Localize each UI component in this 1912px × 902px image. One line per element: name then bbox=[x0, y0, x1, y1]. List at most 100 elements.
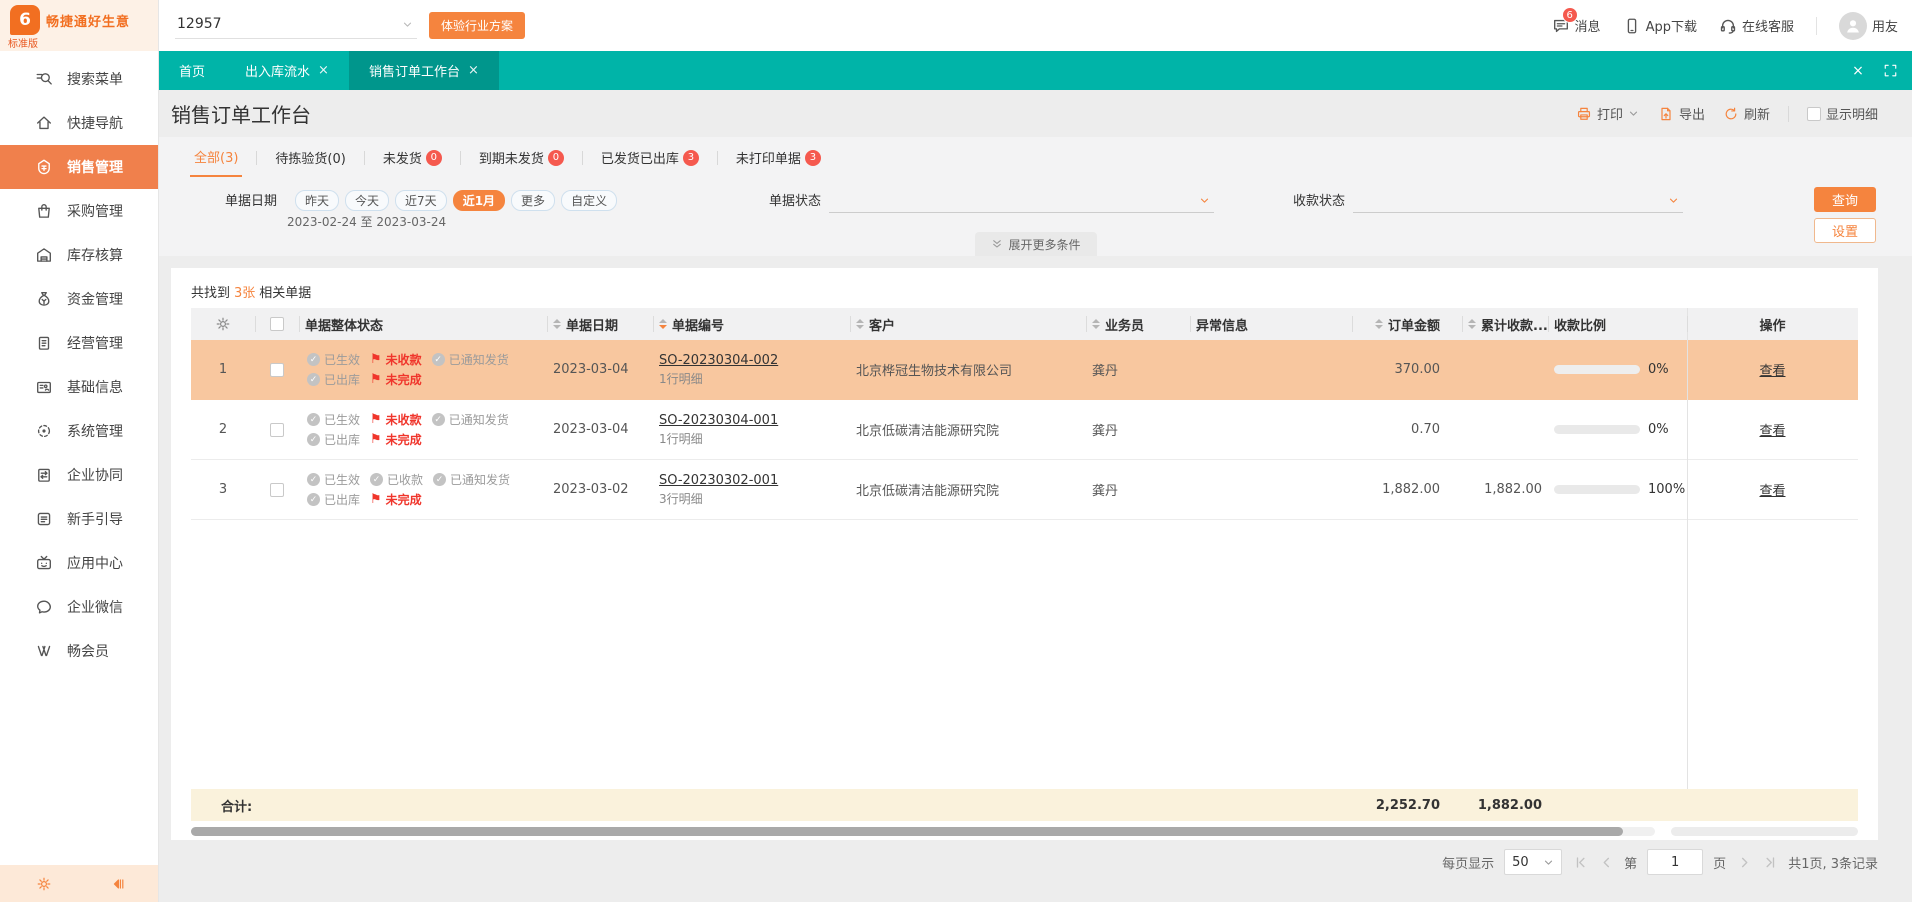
print-button[interactable]: 打印 bbox=[1576, 104, 1640, 123]
header-salesperson[interactable]: 业务员 bbox=[1086, 308, 1190, 340]
action-cell: 查看 bbox=[1687, 400, 1858, 459]
page-number-input[interactable] bbox=[1647, 849, 1704, 875]
filter-tab-unshipped[interactable]: 未发货 0 bbox=[379, 148, 446, 176]
ratio-cell: 0% bbox=[1548, 400, 1687, 459]
chevron-down-icon bbox=[401, 18, 413, 30]
sort-icon[interactable] bbox=[1092, 319, 1100, 329]
header-number[interactable]: 单据编号 bbox=[653, 308, 850, 340]
online-service-button[interactable]: 在线客服 bbox=[1719, 16, 1794, 35]
pill-yesterday[interactable]: 昨天 bbox=[295, 190, 340, 211]
sort-icon[interactable] bbox=[553, 319, 561, 329]
header-date[interactable]: 单据日期 bbox=[547, 308, 653, 340]
tab-sales-order-workbench[interactable]: 销售订单工作台 × bbox=[348, 51, 499, 90]
doc-status-select[interactable] bbox=[829, 189, 1215, 213]
row-checkbox[interactable] bbox=[270, 422, 284, 437]
scrollbar-thumb[interactable] bbox=[191, 827, 1623, 836]
sort-icon[interactable] bbox=[659, 319, 667, 329]
filter-tab-all[interactable]: 全部(3) bbox=[190, 147, 243, 177]
sidebar-item-search-menu[interactable]: 搜索菜单 bbox=[0, 57, 158, 101]
sidebar-item-wechat[interactable]: 企业微信 bbox=[0, 585, 158, 629]
show-detail-checkbox[interactable] bbox=[1806, 106, 1821, 121]
sidebar-item-sales[interactable]: 销售管理 bbox=[0, 145, 158, 189]
row-select-cell bbox=[255, 400, 299, 459]
order-number-link[interactable]: SO-20230302-001 bbox=[659, 473, 778, 488]
export-button[interactable]: 导出 bbox=[1658, 104, 1705, 123]
last-page-icon[interactable] bbox=[1762, 854, 1778, 870]
header-received[interactable]: 累计收款... bbox=[1462, 308, 1548, 340]
sidebar-item-inventory[interactable]: 库存核算 bbox=[0, 233, 158, 277]
select-all-checkbox[interactable] bbox=[270, 317, 284, 331]
select-all-header[interactable] bbox=[255, 308, 299, 340]
refresh-button[interactable]: 刷新 bbox=[1723, 104, 1770, 123]
query-button[interactable]: 查询 bbox=[1814, 187, 1876, 212]
sort-icon[interactable] bbox=[1374, 319, 1383, 329]
close-tab-icon[interactable]: × bbox=[468, 63, 479, 78]
order-number-link[interactable]: SO-20230304-001 bbox=[659, 413, 778, 428]
first-page-icon[interactable] bbox=[1572, 854, 1588, 870]
amount-cell: 370.00 bbox=[1394, 362, 1441, 377]
sidebar-item-member[interactable]: 畅会员 bbox=[0, 629, 158, 673]
row-checkbox[interactable] bbox=[270, 362, 284, 377]
sidebar-item-guide[interactable]: 新手引导 bbox=[0, 497, 158, 541]
status-chip: ✓ 已通知发货 bbox=[431, 351, 509, 368]
sort-icon[interactable] bbox=[1468, 319, 1476, 329]
trial-plan-button[interactable]: 体验行业方案 bbox=[429, 12, 526, 39]
sidebar-item-app-center[interactable]: 应用中心 bbox=[0, 541, 158, 585]
messages-button[interactable]: 消息 6 bbox=[1552, 7, 1601, 35]
pill-custom[interactable]: 自定义 bbox=[561, 190, 618, 211]
progress-bar bbox=[1554, 485, 1640, 494]
filter-tab-to-pick[interactable]: 待拣验货(0) bbox=[271, 148, 349, 176]
sidebar-item-quick-nav[interactable]: 快捷导航 bbox=[0, 101, 158, 145]
pill-today[interactable]: 今天 bbox=[345, 190, 390, 211]
row-checkbox[interactable] bbox=[270, 482, 284, 497]
sidebar-item-collaboration[interactable]: 企业协同 bbox=[0, 453, 158, 497]
header-amount[interactable]: 订单金额 bbox=[1352, 308, 1462, 340]
check-icon: ✓ bbox=[431, 413, 445, 426]
tab-home[interactable]: 首页 bbox=[159, 51, 225, 90]
per-page-select[interactable]: 50 bbox=[1504, 849, 1563, 875]
filter-tab-shipped-outbound[interactable]: 已发货已出库 3 bbox=[597, 148, 703, 176]
sidebar-item-system[interactable]: 系统管理 bbox=[0, 409, 158, 453]
customer-cell: 北京桦冠生物技术有限公司 bbox=[856, 364, 1013, 379]
table-row[interactable]: 2 ✓ 已生效 ⚑ 未收款 ✓ 已通知发货 ✓ 已出库 ⚑ 未完成 2023-03-04 SO-… bbox=[191, 400, 1858, 460]
column-settings-header[interactable] bbox=[191, 308, 255, 340]
app-download-button[interactable]: App下载 bbox=[1623, 16, 1697, 35]
sidebar-item-purchase[interactable]: 采购管理 bbox=[0, 189, 158, 233]
warehouse-icon bbox=[34, 245, 54, 265]
next-page-icon[interactable] bbox=[1736, 854, 1752, 870]
tab-stock-flow[interactable]: 出入库流水 × bbox=[225, 51, 349, 90]
sidebar-item-basic-info[interactable]: 基础信息 bbox=[0, 365, 158, 409]
close-tab-icon[interactable]: × bbox=[318, 63, 329, 78]
filter-tab-unprinted[interactable]: 未打印单据 3 bbox=[732, 148, 825, 176]
expand-more-conditions[interactable]: 展开更多条件 bbox=[974, 232, 1097, 256]
filter-tab-overdue-unshipped[interactable]: 到期未发货 0 bbox=[475, 148, 568, 176]
payment-status-select[interactable] bbox=[1353, 189, 1684, 213]
header-customer[interactable]: 客户 bbox=[850, 308, 1086, 340]
sidebar-item-funds[interactable]: 资金管理 bbox=[0, 277, 158, 321]
collapse-sidebar-icon[interactable] bbox=[108, 874, 128, 894]
order-number-link[interactable]: SO-20230304-002 bbox=[659, 353, 778, 368]
received-cell bbox=[1462, 340, 1548, 399]
pill-last-month[interactable]: 近1月 bbox=[452, 190, 506, 211]
pill-more[interactable]: 更多 bbox=[511, 190, 556, 211]
sort-icon[interactable] bbox=[856, 319, 864, 329]
settings-button[interactable]: 设置 bbox=[1814, 218, 1876, 243]
divider bbox=[716, 151, 718, 165]
settings-gear-icon[interactable] bbox=[34, 874, 54, 894]
view-link[interactable]: 查看 bbox=[1759, 480, 1785, 499]
show-detail-toggle[interactable]: 显示明细 bbox=[1806, 104, 1878, 123]
sidebar-item-operations[interactable]: 经营管理 bbox=[0, 321, 158, 365]
fullscreen-icon[interactable] bbox=[1882, 63, 1898, 79]
view-link[interactable]: 查看 bbox=[1759, 420, 1785, 439]
table-row[interactable]: 3 ✓ 已生效 ✓ 已收款 ✓ 已通知发货 ✓ 已出库 ⚑ 未完成 2023-03-02 SO-… bbox=[191, 460, 1858, 520]
divider bbox=[1815, 16, 1817, 35]
pill-last-7-days[interactable]: 近7天 bbox=[395, 190, 447, 211]
close-all-tabs-icon[interactable]: × bbox=[1850, 63, 1866, 79]
topbar-right: 消息 6 App下载 在线客服 用友 bbox=[1552, 7, 1898, 40]
scrollbar-track[interactable] bbox=[191, 827, 1655, 836]
account-select[interactable]: 12957 bbox=[175, 12, 417, 39]
user-menu[interactable]: 用友 bbox=[1838, 11, 1898, 40]
view-link[interactable]: 查看 bbox=[1759, 360, 1785, 379]
prev-page-icon[interactable] bbox=[1598, 854, 1614, 870]
table-row[interactable]: 1 ✓ 已生效 ⚑ 未收款 ✓ 已通知发货 ✓ 已出库 ⚑ 未完成 2023-03-04 SO-… bbox=[191, 340, 1858, 400]
